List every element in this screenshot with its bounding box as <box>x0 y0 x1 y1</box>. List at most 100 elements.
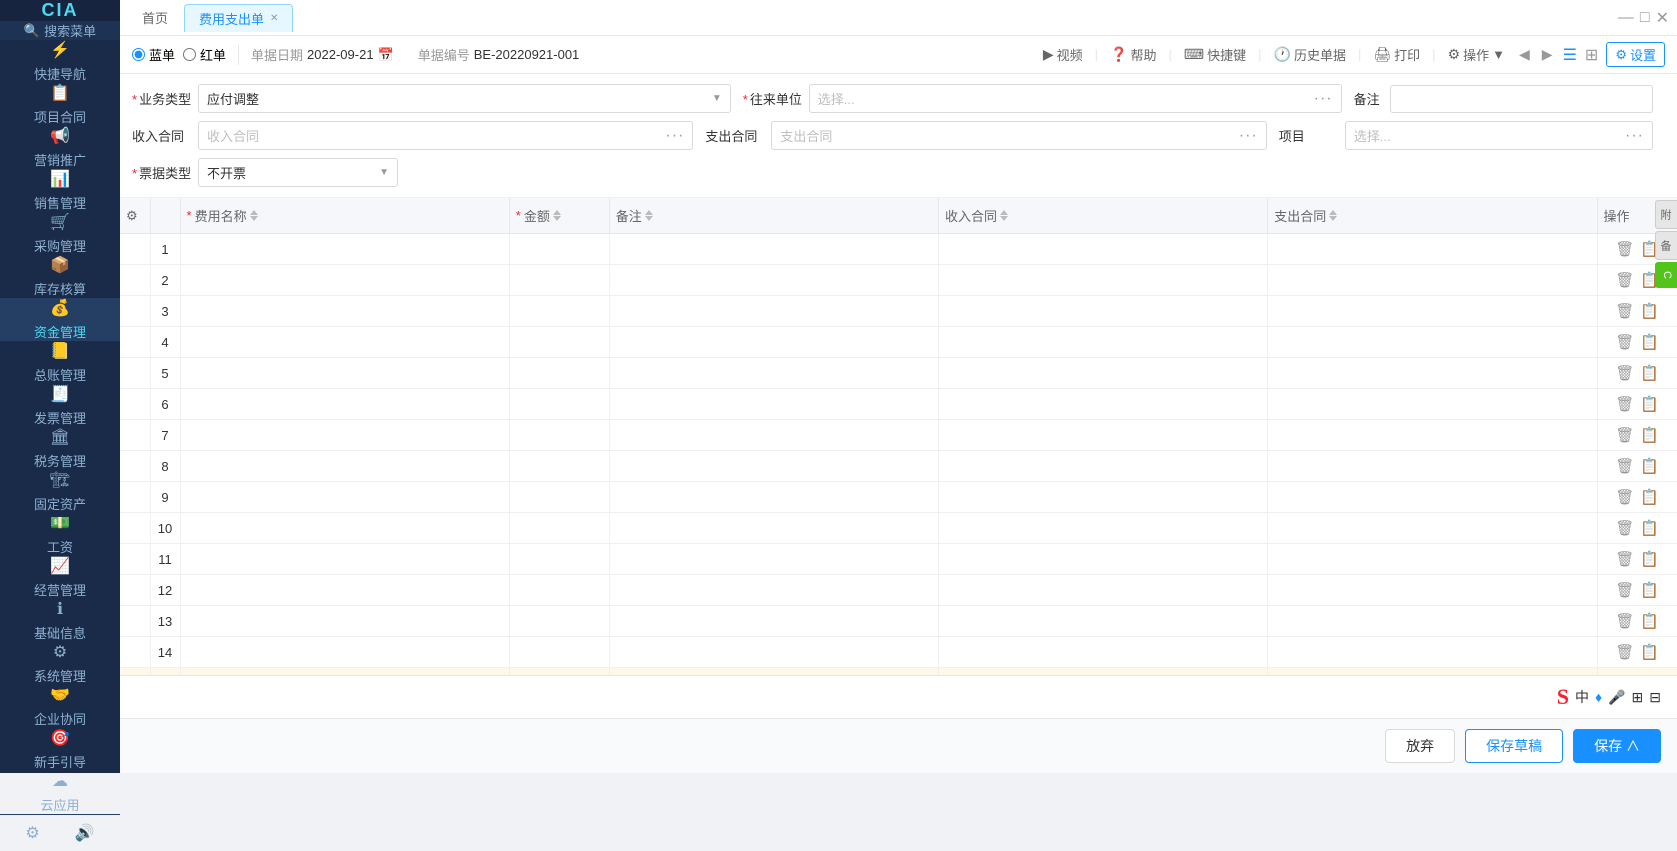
sidebar-item-sales[interactable]: 📊 销售管理 <box>0 169 120 212</box>
view-grid-icon[interactable]: ⊞ <box>1585 45 1598 65</box>
abandon-button[interactable]: 放弃 <box>1385 729 1455 763</box>
sidebar-item-system[interactable]: ⚙ 系统管理 <box>0 642 120 685</box>
note-cell[interactable] <box>609 482 938 513</box>
copy-icon[interactable]: 📋 <box>1640 302 1659 320</box>
maximize-button[interactable]: □ <box>1640 9 1650 27</box>
float-tab-attach[interactable]: 附 <box>1655 200 1677 229</box>
delete-icon[interactable]: 🗑 <box>1615 271 1634 289</box>
copy-icon[interactable]: 📋 <box>1640 488 1659 506</box>
income-contract-cell[interactable] <box>939 327 1268 358</box>
copy-icon[interactable]: 📋 <box>1640 643 1659 661</box>
sidebar-item-tax[interactable]: 🏛 税务管理 <box>0 427 120 470</box>
amount-cell[interactable] <box>509 451 609 482</box>
table-row[interactable]: 4 🗑 📋 <box>120 327 1677 358</box>
th-expense-name[interactable]: * 费用名称 <box>180 198 509 234</box>
note-cell[interactable] <box>609 358 938 389</box>
nav-next[interactable]: ▶ <box>1540 44 1555 65</box>
expense-contract-cell[interactable] <box>1268 358 1597 389</box>
minimize-button[interactable]: — <box>1618 9 1634 27</box>
amount-cell[interactable] <box>509 327 609 358</box>
grid-icon-2[interactable]: ⊟ <box>1649 689 1661 706</box>
th-expense-contract[interactable]: 支出合同 <box>1268 198 1597 234</box>
table-row[interactable]: 12 🗑 📋 <box>120 575 1677 606</box>
table-row[interactable]: 5 🗑 📋 <box>120 358 1677 389</box>
amount-cell[interactable] <box>509 606 609 637</box>
income-contract-cell[interactable] <box>939 296 1268 327</box>
sidebar-item-basic-info[interactable]: ℹ 基础信息 <box>0 599 120 642</box>
expense-contract-cell[interactable] <box>1268 420 1597 451</box>
delete-icon[interactable]: 🗑 <box>1615 333 1634 351</box>
delete-icon[interactable]: 🗑 <box>1615 240 1634 258</box>
delete-icon[interactable]: 🗑 <box>1615 550 1634 568</box>
note-cell[interactable] <box>609 265 938 296</box>
float-tab-green[interactable]: C <box>1655 262 1677 288</box>
copy-icon[interactable]: 📋 <box>1640 364 1659 382</box>
table-row[interactable]: 14 🗑 📋 <box>120 637 1677 668</box>
expense-name-cell[interactable] <box>180 358 509 389</box>
sort-expense-name[interactable] <box>250 210 258 221</box>
radio-red-label[interactable]: 红单 <box>183 45 226 64</box>
history-button[interactable]: 🕐 历史单据 <box>1270 43 1350 66</box>
diamond-icon[interactable]: ♦ <box>1595 689 1602 705</box>
invoice-type-input[interactable]: 不开票 ▼ <box>198 158 398 187</box>
settings-button[interactable]: ⚙ 设置 <box>1606 42 1665 67</box>
income-contract-cell[interactable] <box>939 420 1268 451</box>
delete-icon[interactable]: 🗑 <box>1615 395 1634 413</box>
nav-prev[interactable]: ◀ <box>1517 44 1532 65</box>
expense-contract-cell[interactable] <box>1268 513 1597 544</box>
sidebar-item-business[interactable]: 📈 经营管理 <box>0 556 120 599</box>
income-contract-cell[interactable] <box>939 234 1268 265</box>
expense-contract-dots[interactable]: ··· <box>1239 127 1258 145</box>
income-contract-cell[interactable] <box>939 575 1268 606</box>
save-button[interactable]: 保存 ∧ <box>1573 729 1661 763</box>
sidebar-item-general-ledger[interactable]: 📒 总账管理 <box>0 341 120 384</box>
expense-contract-cell[interactable] <box>1268 575 1597 606</box>
delete-icon[interactable]: 🗑 <box>1615 488 1634 506</box>
expense-contract-input[interactable]: 支出合同 ··· <box>771 121 1266 150</box>
delete-icon[interactable]: 🗑 <box>1615 581 1634 599</box>
delete-icon[interactable]: 🗑 <box>1615 643 1634 661</box>
save-draft-button[interactable]: 保存草稿 <box>1465 729 1563 763</box>
sidebar-search[interactable]: 🔍 搜索菜单 <box>0 21 120 40</box>
amount-cell[interactable] <box>509 358 609 389</box>
video-button[interactable]: ▶ 视频 <box>1039 43 1087 66</box>
amount-cell[interactable] <box>509 420 609 451</box>
sidebar-item-new-guide[interactable]: 🎯 新手引导 <box>0 728 120 771</box>
expense-name-cell[interactable] <box>180 327 509 358</box>
income-contract-cell[interactable] <box>939 482 1268 513</box>
delete-icon[interactable]: 🗑 <box>1615 426 1634 444</box>
income-contract-cell[interactable] <box>939 358 1268 389</box>
expense-contract-cell[interactable] <box>1268 544 1597 575</box>
copy-icon[interactable]: 📋 <box>1640 426 1659 444</box>
expense-contract-cell[interactable] <box>1268 606 1597 637</box>
print-button[interactable]: 🖨 打印 <box>1369 43 1424 66</box>
amount-cell[interactable] <box>509 544 609 575</box>
copy-icon[interactable]: 📋 <box>1640 395 1659 413</box>
note-cell[interactable] <box>609 296 938 327</box>
table-row[interactable]: 7 🗑 📋 <box>120 420 1677 451</box>
expense-name-cell[interactable] <box>180 265 509 296</box>
income-contract-dots[interactable]: ··· <box>665 127 684 145</box>
shortcut-button[interactable]: ⌨ 快捷键 <box>1180 43 1250 66</box>
table-row[interactable]: 1 🗑 📋 <box>120 234 1677 265</box>
tab-close-icon[interactable]: ✕ <box>270 13 278 24</box>
sidebar-item-marketing[interactable]: 📢 营销推广 <box>0 126 120 169</box>
expense-contract-cell[interactable] <box>1268 234 1597 265</box>
delete-icon[interactable]: 🗑 <box>1615 364 1634 382</box>
income-contract-cell[interactable] <box>939 544 1268 575</box>
expense-name-cell[interactable] <box>180 606 509 637</box>
sidebar-item-payroll[interactable]: 💵 工资 <box>0 513 120 556</box>
table-row[interactable]: 8 🗑 📋 <box>120 451 1677 482</box>
table-row[interactable]: 10 🗑 📋 <box>120 513 1677 544</box>
expense-name-cell[interactable] <box>180 575 509 606</box>
sidebar-item-enterprise[interactable]: 🤝 企业协同 <box>0 685 120 728</box>
income-contract-cell[interactable] <box>939 606 1268 637</box>
expense-name-cell[interactable] <box>180 451 509 482</box>
table-row[interactable]: 11 🗑 📋 <box>120 544 1677 575</box>
table-row[interactable]: 2 🗑 📋 <box>120 265 1677 296</box>
expense-name-cell[interactable] <box>180 296 509 327</box>
copy-icon[interactable]: 📋 <box>1640 581 1659 599</box>
delete-icon[interactable]: 🗑 <box>1615 519 1634 537</box>
expense-name-cell[interactable] <box>180 482 509 513</box>
sidebar-item-quick-nav[interactable]: ⚡ 快捷导航 <box>0 40 120 83</box>
